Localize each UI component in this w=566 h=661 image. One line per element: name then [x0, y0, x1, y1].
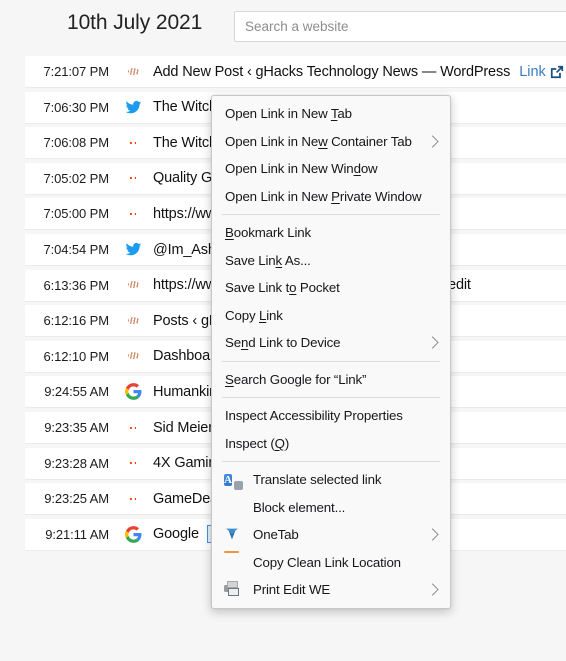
- row-timestamp: 9:24:55 AM: [44, 384, 109, 400]
- reddit-favicon: [125, 419, 142, 436]
- menu-item-label: Send Link to Device: [225, 335, 341, 351]
- reddit-favicon: [125, 455, 142, 472]
- menu-item-print-edit-we[interactable]: Print Edit WE: [212, 576, 450, 604]
- chevron-right-icon: [426, 583, 439, 596]
- row-timestamp: 9:23:28 AM: [44, 455, 109, 471]
- chevron-right-icon: [426, 135, 439, 148]
- menu-item-open-link-in-new-window[interactable]: Open Link in New Window: [212, 155, 450, 183]
- menu-item-label: Print Edit WE: [253, 582, 331, 598]
- reddit-favicon: [125, 205, 142, 222]
- row-link-label: Link: [519, 63, 546, 80]
- google-translate-icon: A: [224, 474, 232, 487]
- ublock-origin-icon: [224, 499, 241, 516]
- menu-separator: [222, 397, 440, 398]
- menu-item-copy-clean-link-location[interactable]: Copy Clean Link Location: [212, 549, 450, 577]
- menu-item-label: Open Link in New Window: [225, 161, 378, 177]
- row-timestamp: 7:04:54 PM: [43, 242, 110, 257]
- row-timestamp: 6:13:36 PM: [43, 277, 110, 293]
- menu-item-label: Block element...: [253, 499, 346, 515]
- wordpress-favicon: [125, 277, 142, 294]
- chevron-right-icon: [426, 336, 439, 349]
- menu-item-inspect-accessibility-properties[interactable]: Inspect Accessibility Properties: [212, 402, 450, 430]
- link-context-menu: Open Link in New Tab Open Link in New Con…: [211, 95, 451, 609]
- google-favicon: [125, 525, 142, 543]
- row-timestamp: 9:21:11 AM: [45, 526, 109, 542]
- menu-item-copy-link[interactable]: Copy Link: [212, 302, 450, 330]
- menu-item-label: Save Link to Pocket: [225, 280, 340, 296]
- row-timestamp: 7:05:00 PM: [43, 206, 110, 222]
- page-title: 10th July 2021: [67, 11, 203, 34]
- external-link-icon: [550, 65, 563, 78]
- menu-item-label: OneTab: [253, 527, 299, 543]
- row-timestamp: 6:12:10 PM: [43, 348, 110, 364]
- menu-item-open-link-in-new-container-tab[interactable]: Open Link in New Container Tab: [212, 128, 450, 156]
- external-link-icon: [550, 65, 564, 79]
- reddit-favicon: [125, 134, 142, 151]
- menu-item-label: Open Link in New Tab: [225, 106, 352, 122]
- menu-item-label: Translate selected link: [253, 472, 382, 488]
- reddit-favicon: [125, 170, 142, 187]
- menu-item-translate-selected-link[interactable]: A Translate selected link: [212, 466, 450, 494]
- row-timestamp: 7:21:07 PM: [43, 64, 110, 79]
- reddit-favicon: [125, 490, 142, 507]
- twitter-favicon: [125, 241, 142, 258]
- menu-item-save-link-as[interactable]: Save Link As...: [212, 247, 450, 275]
- menu-separator: [222, 214, 440, 215]
- row-title[interactable]: Add New Post ‹ gHacks Technology News — …: [153, 64, 510, 80]
- menu-item-label: Open Link in New Private Window: [225, 188, 422, 204]
- printer-icon: [224, 581, 241, 598]
- row-timestamp: 7:06:30 PM: [43, 99, 110, 115]
- history-page: 10th July 2021 7:21:07 PM Add New Post ‹ …: [0, 0, 566, 661]
- menu-item-label: Bookmark Link: [225, 225, 312, 241]
- menu-separator: [222, 461, 440, 462]
- history-row[interactable]: 7:21:07 PM Add New Post ‹ gHacks Technolo…: [25, 56, 566, 87]
- chevron-right-icon: [426, 528, 439, 541]
- menu-separator: [222, 360, 440, 362]
- row-timestamp: 9:23:25 AM: [44, 491, 109, 507]
- row-timestamp: 6:12:16 PM: [43, 313, 110, 329]
- menu-item-open-link-in-new-private-window[interactable]: Open Link in New Private Window: [212, 183, 450, 211]
- menu-item-label: Inspect Accessibility Properties: [225, 408, 403, 424]
- menu-item-block-element[interactable]: Block element...: [212, 494, 450, 522]
- menu-item-label: Copy Clean Link Location: [253, 554, 401, 570]
- row-timestamp: 9:23:35 AM: [44, 420, 109, 435]
- menu-item-save-link-to-pocket[interactable]: Save Link to Pocket: [212, 274, 450, 302]
- google-favicon: [125, 383, 142, 401]
- row-title[interactable]: Google: [153, 526, 199, 542]
- menu-item-label: Search Google for “Link”: [225, 371, 367, 387]
- menu-item-label: Open Link in New Container Tab: [225, 133, 412, 149]
- row-link-button[interactable]: Link: [519, 64, 564, 80]
- menu-item-bookmark-link[interactable]: Bookmark Link: [212, 219, 450, 247]
- menu-item-inspect-q[interactable]: Inspect (Q): [212, 430, 450, 458]
- menu-item-label: Copy Link: [225, 307, 283, 323]
- menu-item-label: Inspect (Q): [225, 435, 290, 451]
- search-input[interactable]: [234, 11, 566, 42]
- trash-icon: [224, 554, 241, 571]
- menu-item-search-google-for-link[interactable]: Search Google for “Link”: [212, 366, 450, 394]
- wordpress-favicon: [125, 312, 142, 329]
- twitter-favicon: [125, 99, 142, 116]
- menu-item-send-link-to-device[interactable]: Send Link to Device: [212, 329, 450, 357]
- menu-item-open-link-in-new-tab[interactable]: Open Link in New Tab: [212, 100, 450, 128]
- row-timestamp: 7:05:02 PM: [43, 170, 110, 186]
- row-timestamp: 7:06:08 PM: [43, 135, 110, 151]
- menu-item-label: Save Link As...: [225, 252, 311, 268]
- wordpress-favicon: [125, 63, 142, 80]
- page-header: 10th July 2021: [0, 0, 566, 52]
- onetab-icon: [224, 526, 241, 543]
- wordpress-favicon: [125, 348, 142, 365]
- menu-item-onetab[interactable]: OneTab: [212, 521, 450, 549]
